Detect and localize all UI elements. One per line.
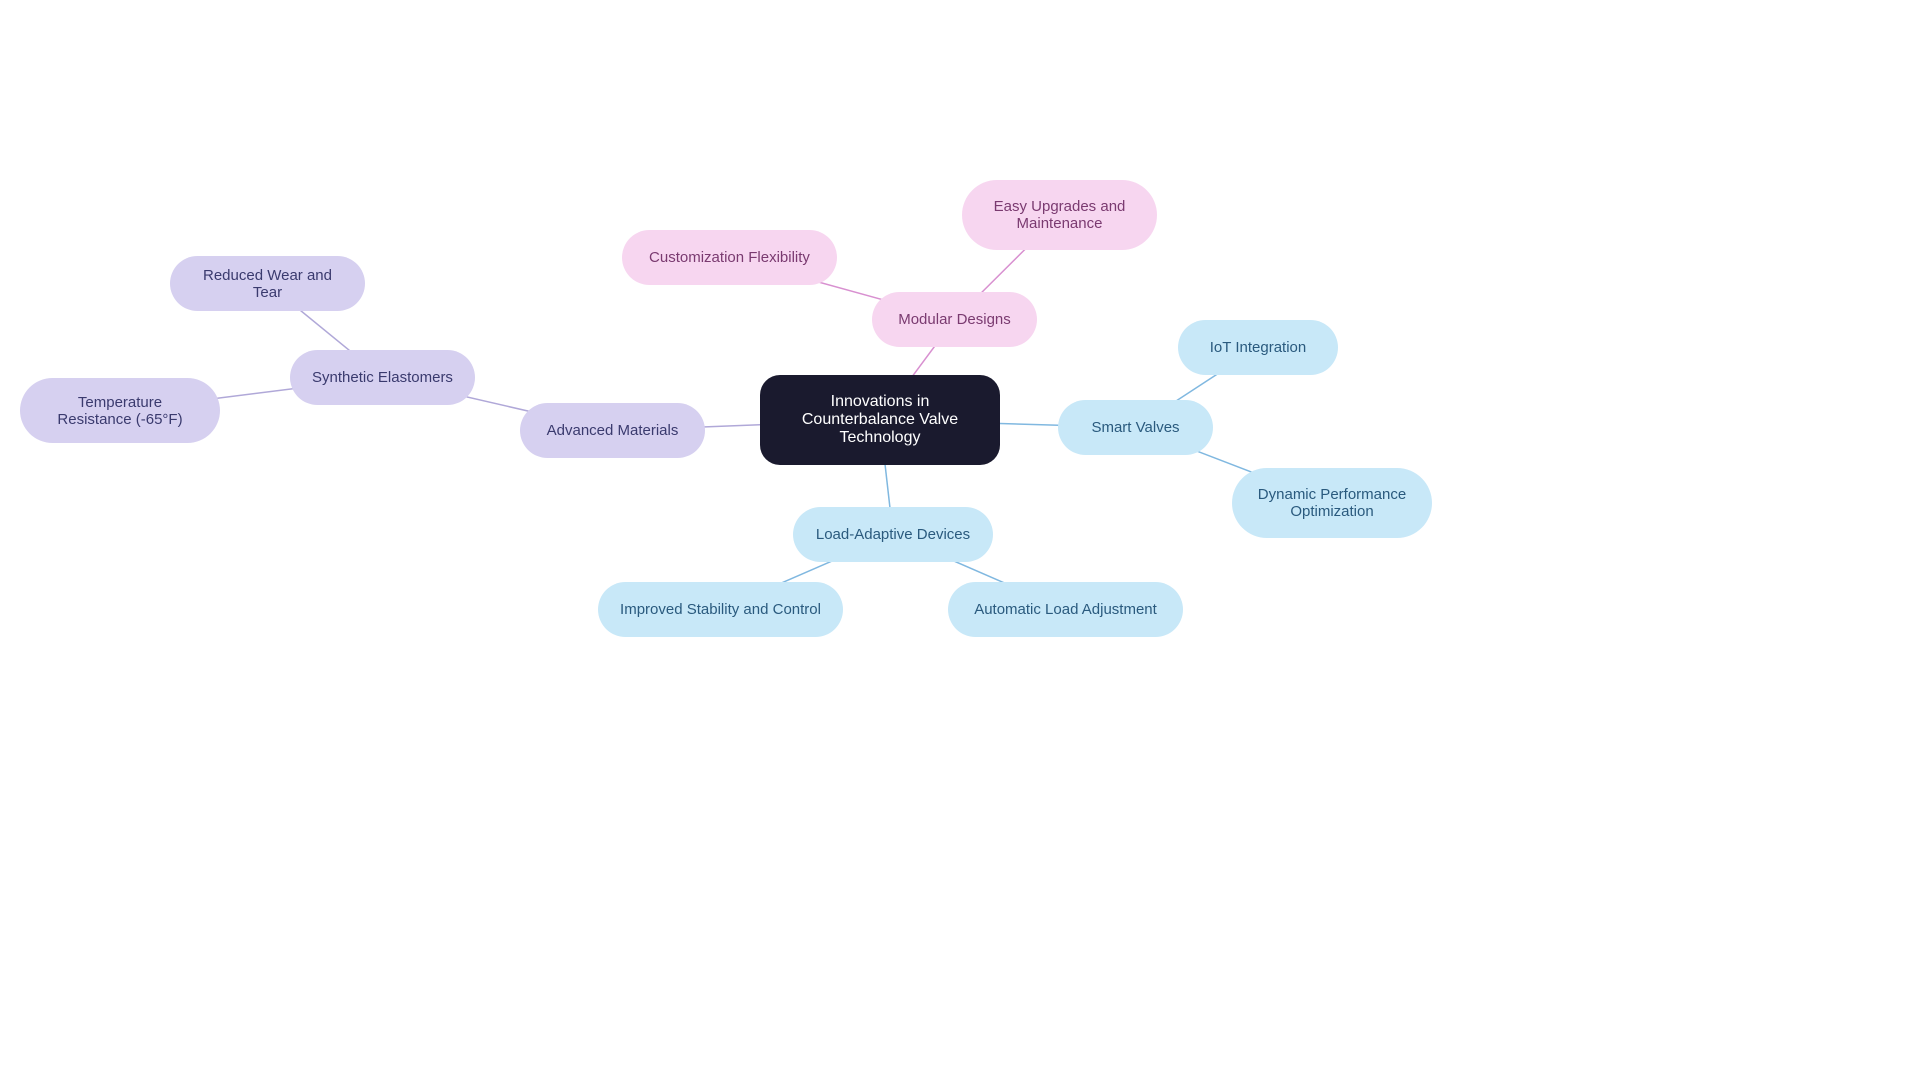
synthetic-elastomers-node[interactable]: Synthetic Elastomers [290, 350, 475, 405]
customization-node[interactable]: Customization Flexibility [622, 230, 837, 285]
auto-load-label: Automatic Load Adjustment [974, 601, 1157, 618]
synthetic-elastomers-label: Synthetic Elastomers [312, 369, 453, 386]
load-adaptive-node[interactable]: Load-Adaptive Devices [793, 507, 993, 562]
modular-designs-label: Modular Designs [898, 311, 1011, 328]
advanced-materials-node[interactable]: Advanced Materials [520, 403, 705, 458]
load-adaptive-label: Load-Adaptive Devices [816, 526, 970, 543]
auto-load-node[interactable]: Automatic Load Adjustment [948, 582, 1183, 637]
iot-integration-label: IoT Integration [1210, 339, 1306, 356]
iot-integration-node[interactable]: IoT Integration [1178, 320, 1338, 375]
easy-upgrades-node[interactable]: Easy Upgrades and Maintenance [962, 180, 1157, 250]
center-node-label: Innovations in Counterbalance Valve Tech… [782, 393, 978, 447]
modular-designs-node[interactable]: Modular Designs [872, 292, 1037, 347]
reduced-wear-label: Reduced Wear and Tear [192, 267, 343, 301]
improved-stability-node[interactable]: Improved Stability and Control [598, 582, 843, 637]
reduced-wear-node[interactable]: Reduced Wear and Tear [170, 256, 365, 311]
smart-valves-label: Smart Valves [1091, 419, 1179, 436]
improved-stability-label: Improved Stability and Control [620, 601, 821, 618]
advanced-materials-label: Advanced Materials [547, 422, 679, 439]
dynamic-perf-node[interactable]: Dynamic Performance Optimization [1232, 468, 1432, 538]
center-node[interactable]: Innovations in Counterbalance Valve Tech… [760, 375, 1000, 465]
temp-resistance-node[interactable]: Temperature Resistance (-65°F) [20, 378, 220, 443]
customization-label: Customization Flexibility [649, 249, 810, 266]
temp-resistance-label: Temperature Resistance (-65°F) [42, 394, 198, 428]
easy-upgrades-label: Easy Upgrades and Maintenance [984, 198, 1135, 232]
smart-valves-node[interactable]: Smart Valves [1058, 400, 1213, 455]
dynamic-perf-label: Dynamic Performance Optimization [1254, 486, 1410, 520]
